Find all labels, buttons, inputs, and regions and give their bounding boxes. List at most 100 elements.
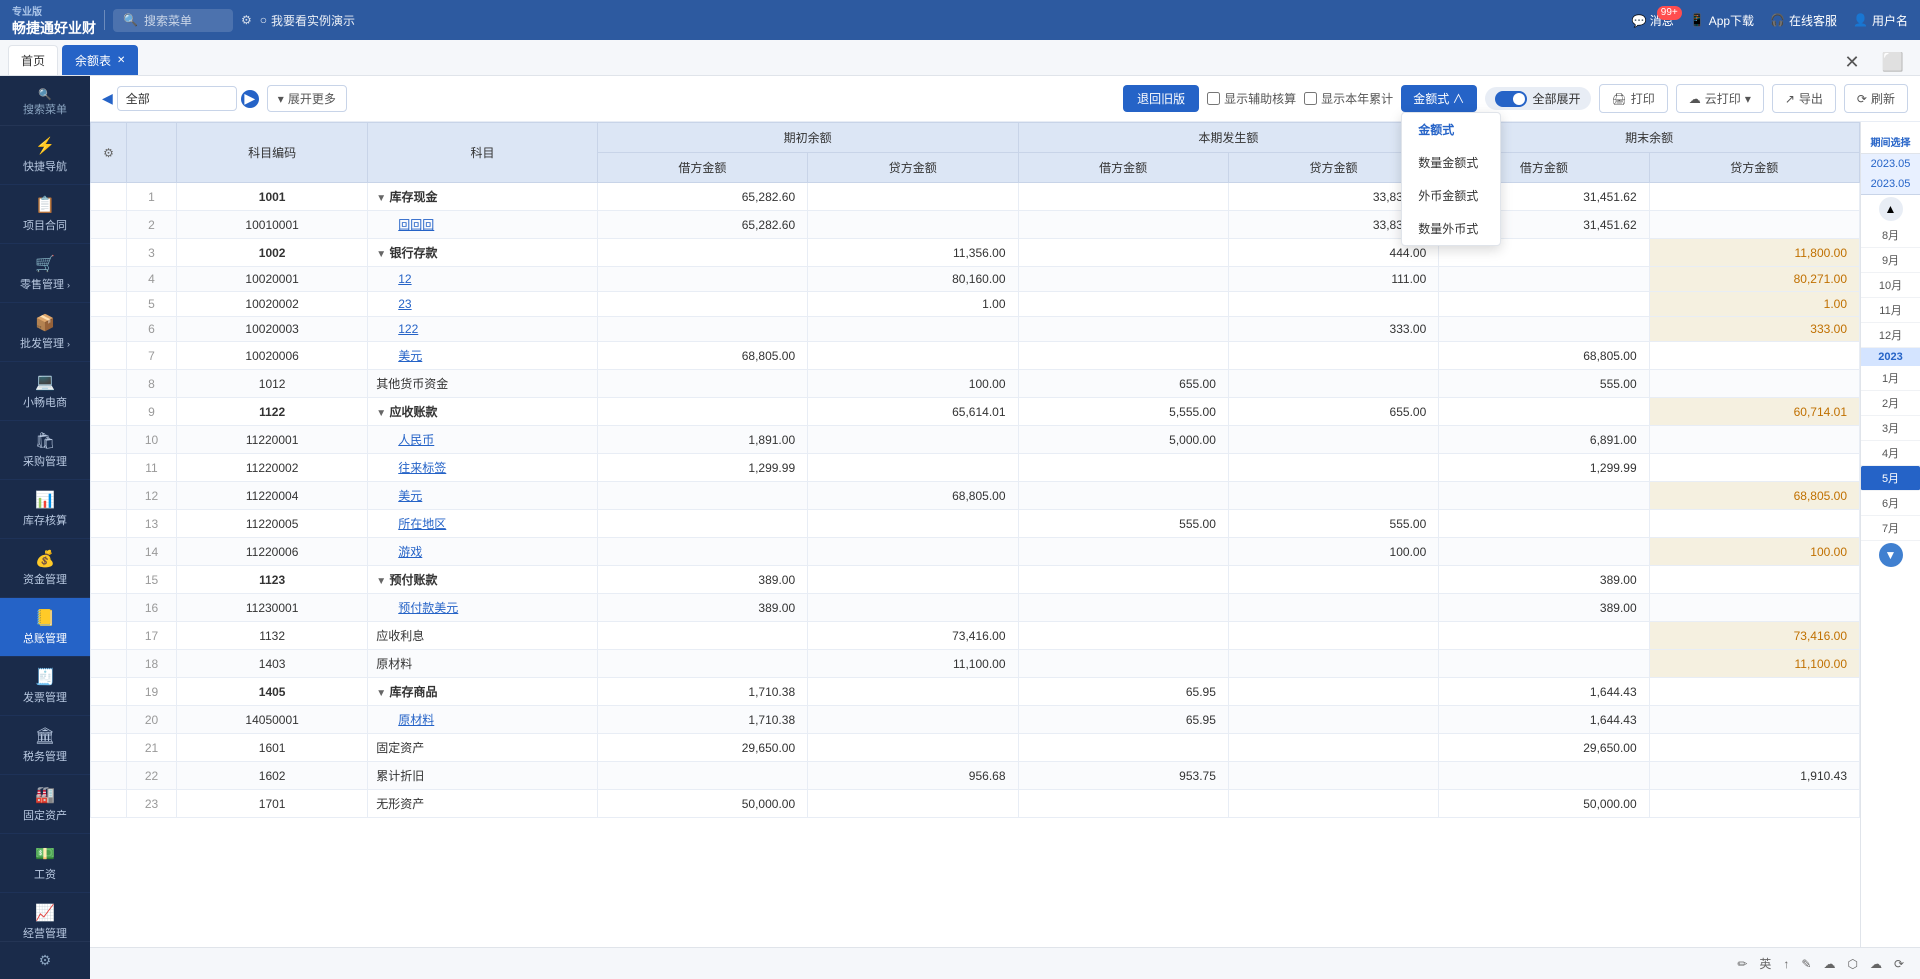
row-name[interactable]: 所在地区 [368, 510, 598, 538]
row-settings [91, 650, 127, 678]
hex-btn[interactable]: ⬡ [1847, 957, 1857, 971]
row-name[interactable]: 12 [368, 267, 598, 292]
mode-dropdown-btn[interactable]: 金额式 ∧ [1401, 85, 1476, 112]
row-name[interactable]: 美元 [368, 342, 598, 370]
tab-balance[interactable]: 余额表 ✕ [62, 45, 138, 75]
sidebar-item-inventory[interactable]: 📊 库存核算 [0, 480, 90, 539]
sidebar-item-invoice[interactable]: 🧾 发票管理 [0, 657, 90, 716]
month-6[interactable]: 6月 [1861, 491, 1920, 516]
tab-balance-close[interactable]: ✕ [117, 55, 125, 66]
settings-btn[interactable]: ⚙ [241, 13, 252, 27]
row-cell [1228, 706, 1438, 734]
month-4[interactable]: 4月 [1861, 441, 1920, 466]
row-name[interactable]: 回回回 [368, 211, 598, 239]
row-name[interactable]: 预付款美元 [368, 594, 598, 622]
expand-more-btn[interactable]: ▾ 展开更多 [267, 85, 347, 112]
period-up-btn[interactable]: ▲ [1879, 197, 1903, 221]
ytd-checkbox-input[interactable] [1304, 92, 1317, 105]
sidebar-item-wholesale[interactable]: 📦 批发管理 › [0, 303, 90, 362]
sidebar-item-finance[interactable]: 💰 资金管理 [0, 539, 90, 598]
tab-home[interactable]: 首页 [8, 45, 58, 75]
month-3[interactable]: 3月 [1861, 416, 1920, 441]
app-download-btn[interactable]: 📱 App下载 [1690, 12, 1754, 29]
sidebar-item-salary[interactable]: 💵 工资 [0, 834, 90, 893]
upload-btn[interactable]: ↑ [1783, 957, 1789, 971]
month-8[interactable]: 8月 [1861, 223, 1920, 248]
cloud-print-btn[interactable]: ☁ 云打印 ▾ [1676, 84, 1764, 113]
row-name[interactable]: 122 [368, 317, 598, 342]
row-cell: 65.95 [1018, 678, 1228, 706]
month-12[interactable]: 12月 [1861, 323, 1920, 348]
table-row: 151123 ▼ 预付账款389.00389.00 [91, 566, 1860, 594]
row-number: 11 [127, 454, 177, 482]
row-cell: 65.95 [1018, 706, 1228, 734]
sidebar-item-ledger[interactable]: 📒 总账管理 [0, 598, 90, 657]
maximize-window-btn[interactable]: ⬜ [1874, 50, 1912, 75]
row-name[interactable]: 原材料 [368, 706, 598, 734]
row-name[interactable]: 游戏 [368, 538, 598, 566]
row-settings [91, 706, 127, 734]
sidebar-item-quick-nav[interactable]: ⚡ 快捷导航 [0, 126, 90, 185]
refresh2-btn[interactable]: ⟳ [1894, 957, 1904, 971]
row-cell: 11,800.00 [1649, 239, 1859, 267]
sidebar-item-fixed-assets[interactable]: 🏭 固定资产 [0, 775, 90, 834]
sidebar-settings[interactable]: ⚙ [0, 941, 90, 979]
period-down-btn[interactable]: ▼ [1879, 543, 1903, 567]
mode-option-qty-amount[interactable]: 数量金额式 [1402, 146, 1500, 179]
user-avatar[interactable]: 👤 用户名 [1853, 12, 1908, 29]
pencil-btn[interactable]: ✎ [1801, 957, 1811, 971]
row-name[interactable]: 往来标签 [368, 454, 598, 482]
refresh-btn[interactable]: ⟳ 刷新 [1844, 84, 1908, 113]
print-btn[interactable]: 🖨 打印 [1599, 84, 1668, 113]
month-2[interactable]: 2月 [1861, 391, 1920, 416]
sidebar-item-ops[interactable]: 📈 经营管理 [0, 893, 90, 941]
month-7[interactable]: 7月 [1861, 516, 1920, 541]
demo-link[interactable]: ○ 我要看实例演示 [260, 12, 355, 29]
return-old-btn[interactable]: 退回旧版 [1123, 85, 1199, 112]
edit-icon-btn[interactable]: ✏ [1737, 957, 1747, 971]
close-window-btn[interactable]: ✕ [1836, 50, 1867, 75]
search-menu-box[interactable]: 🔍 搜索菜单 [113, 9, 233, 32]
mode-option-qty-foreign[interactable]: 数量外币式 [1402, 212, 1500, 245]
toggle-switch[interactable] [1495, 91, 1527, 107]
lang-btn[interactable]: 英 [1759, 955, 1771, 972]
content-area: ◀ 全部 ▶ ▾ 展开更多 退回旧版 [90, 76, 1920, 979]
row-name[interactable]: 人民币 [368, 426, 598, 454]
col-settings-icon[interactable]: ⚙ [103, 146, 114, 160]
cloud2-btn[interactable]: ☁ [1870, 957, 1882, 971]
month-9[interactable]: 9月 [1861, 248, 1920, 273]
sidebar-item-purchase[interactable]: 🛍 采购管理 [0, 421, 90, 480]
month-1[interactable]: 1月 [1861, 366, 1920, 391]
show-ytd-checkbox[interactable]: 显示本年累计 [1304, 90, 1393, 107]
message-btn[interactable]: 💬 消息 99+ [1631, 12, 1673, 29]
auxiliary-checkbox-input[interactable] [1207, 92, 1220, 105]
row-name[interactable]: 美元 [368, 482, 598, 510]
export-btn[interactable]: ↗ 导出 [1772, 84, 1836, 113]
search-icon: 🔍 [38, 89, 52, 101]
row-cell: 1,299.99 [597, 454, 807, 482]
online-service-btn[interactable]: 🎧 在线客服 [1770, 12, 1837, 29]
month-11[interactable]: 11月 [1861, 298, 1920, 323]
sidebar-item-ecommerce[interactable]: 💻 小畅电商 [0, 362, 90, 421]
sidebar-item-project[interactable]: 📋 项目合同 [0, 185, 90, 244]
sidebar-search[interactable]: 🔍 搜索菜单 [0, 80, 90, 126]
show-auxiliary-checkbox[interactable]: 显示辅助核算 [1207, 90, 1296, 107]
row-cell [1018, 342, 1228, 370]
nav-right-icon[interactable]: ▶ [241, 90, 259, 108]
month-10[interactable]: 10月 [1861, 273, 1920, 298]
sidebar-item-tax[interactable]: 🏛 税务管理 [0, 716, 90, 775]
expand-all-toggle[interactable]: 全部展开 [1485, 87, 1591, 110]
sidebar-item-retail[interactable]: 🛒 零售管理 › [0, 244, 90, 303]
month-5[interactable]: 5月 [1861, 466, 1920, 491]
mode-option-amount[interactable]: 金额式 [1402, 113, 1500, 146]
nav-left-icon[interactable]: ◀ [102, 90, 113, 107]
cloud-btn[interactable]: ☁ [1823, 957, 1835, 971]
row-cell [808, 706, 1018, 734]
row-number: 10 [127, 426, 177, 454]
row-cell: 68,805.00 [808, 482, 1018, 510]
row-name[interactable]: 23 [368, 292, 598, 317]
row-settings [91, 267, 127, 292]
mode-option-foreign-amount[interactable]: 外币金额式 [1402, 179, 1500, 212]
row-cell: 80,271.00 [1649, 267, 1859, 292]
search-box[interactable]: 全部 [117, 86, 237, 111]
